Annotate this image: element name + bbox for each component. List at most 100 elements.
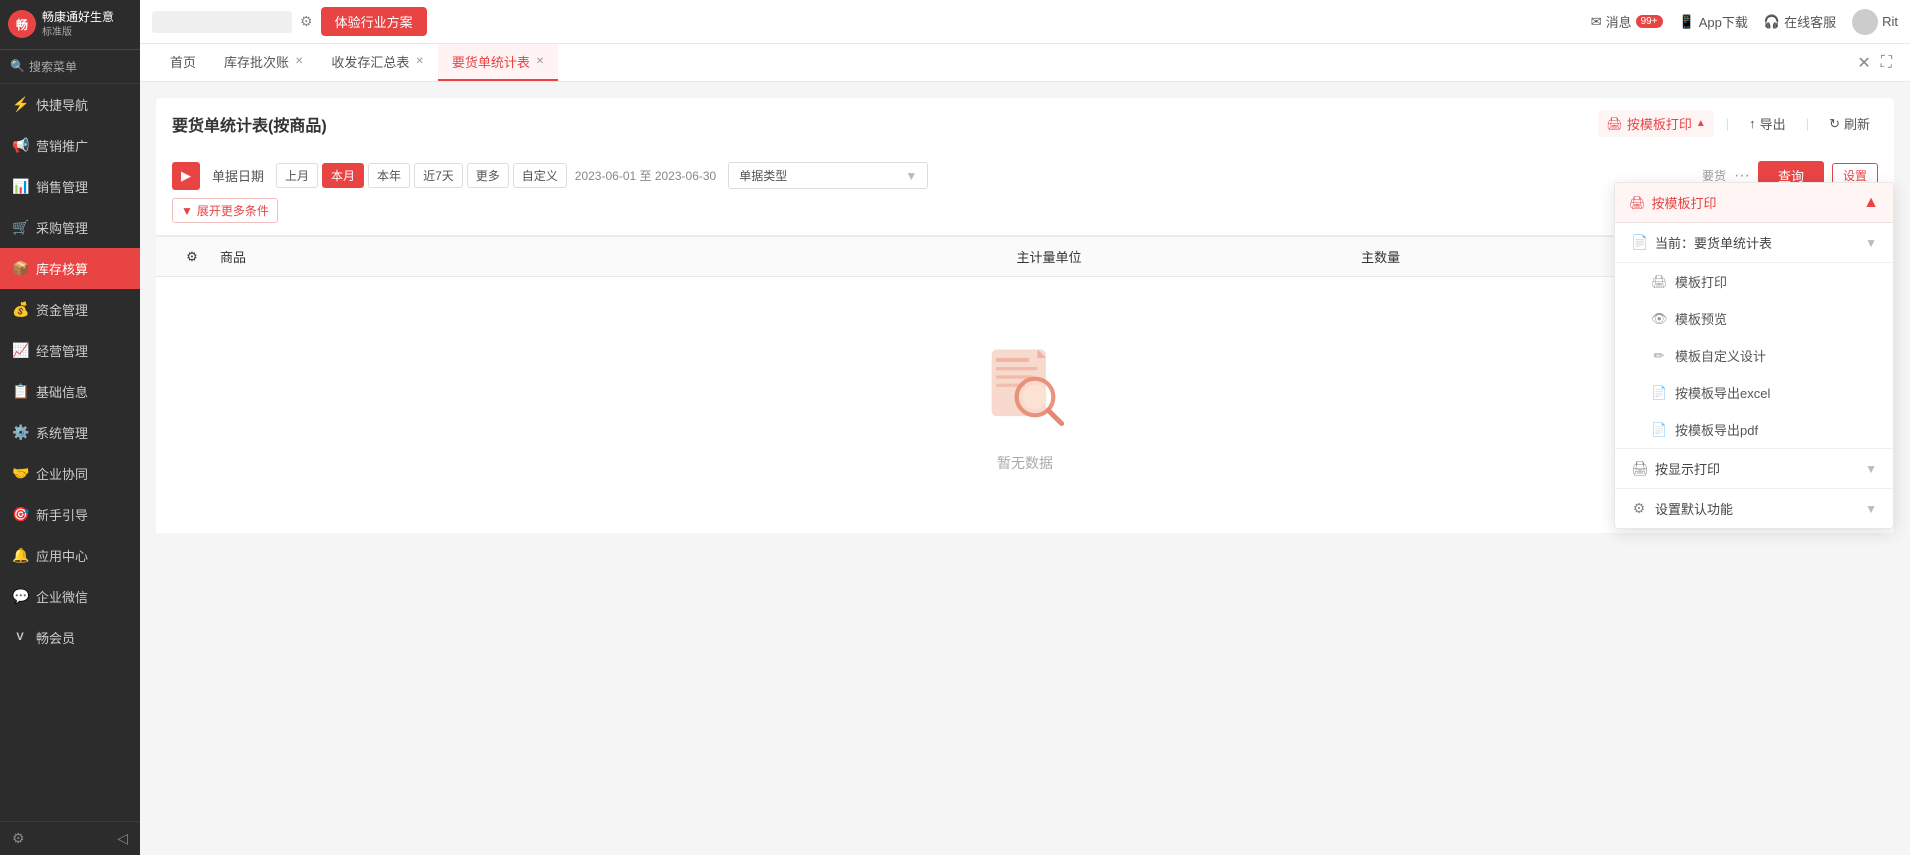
sidebar-item-label: 基础信息 (36, 382, 88, 401)
filter-toggle-button[interactable]: ▶ (172, 162, 200, 190)
dropdown-display-print[interactable]: 🖨 按显示打印 ▼ (1615, 449, 1893, 488)
tab-requisition-stats[interactable]: 要货单统计表 ✕ (438, 44, 558, 81)
sidebar-item-inventory[interactable]: 📦 库存核算 (0, 248, 140, 289)
display-print-icon: 🖨 (1631, 460, 1647, 477)
chevron-up-icon: ▲ (1696, 118, 1706, 129)
dropdown-current-template[interactable]: 📄 当前：要货单统计表 ▼ (1615, 223, 1893, 262)
tab-collection-summary-close[interactable]: ✕ (415, 56, 423, 67)
trial-button[interactable]: 体验行业方案 (321, 7, 427, 36)
sidebar-item-purchase[interactable]: 🛒 采购管理 (0, 207, 140, 248)
sidebar-item-label: 资金管理 (36, 300, 88, 319)
sidebar-settings-icon[interactable]: ⚙ (12, 830, 25, 847)
export-pdf-label: 按模板导出pdf (1675, 420, 1877, 439)
type-select-arrow: ▼ (905, 169, 917, 183)
tab-batch-account-close[interactable]: ✕ (295, 56, 303, 67)
sidebar-item-quick-nav[interactable]: ⚡ 快捷导航 (0, 84, 140, 125)
sidebar-item-member[interactable]: V 畅会员 (0, 617, 140, 658)
phone-icon: 📱 (1679, 14, 1695, 30)
col-header-product: 商品 (212, 247, 883, 266)
refresh-button[interactable]: ↻ 刷新 (1821, 110, 1878, 137)
tab-requisition-stats-close[interactable]: ✕ (536, 56, 544, 67)
date-btn-7days[interactable]: 近7天 (414, 163, 463, 188)
tab-collection-summary[interactable]: 收发存汇总表 ✕ (317, 44, 437, 81)
dropdown-item-export-pdf[interactable]: 📄 按模板导出pdf (1615, 411, 1893, 448)
empty-icon (975, 337, 1075, 437)
app-download-button[interactable]: 📱 App下载 (1679, 12, 1748, 31)
sidebar-item-sales[interactable]: 📊 销售管理 (0, 166, 140, 207)
type-filter-label: 单据类型 (739, 167, 787, 184)
sidebar-item-wechat[interactable]: 💬 企业微信 (0, 576, 140, 617)
chevron-right-icon: ▶ (181, 168, 191, 184)
dropdown-title: 🖨 按模板打印 (1629, 193, 1717, 212)
set-default-arrow: ▼ (1865, 502, 1877, 516)
current-template-label: 当前：要货单统计表 (1655, 233, 1857, 252)
page-title: 要货单统计表(按商品) (172, 112, 327, 136)
date-btn-custom[interactable]: 自定义 (513, 163, 567, 188)
dropdown-item-template-design[interactable]: ✏ 模板自定义设计 (1615, 337, 1893, 374)
tabs-maximize-button[interactable]: ⛶ (1879, 52, 1894, 74)
date-btn-year[interactable]: 本年 (368, 163, 410, 188)
template-print-icon: 🖨 (1651, 274, 1667, 290)
export-button[interactable]: ↑ 导出 (1741, 110, 1794, 137)
sidebar-item-marketing[interactable]: 📢 营销推广 (0, 125, 140, 166)
sidebar-item-guide[interactable]: 🎯 新手引导 (0, 494, 140, 535)
expand-icon: ▼ (181, 204, 193, 218)
col-header-gear[interactable]: ⚙ (172, 249, 212, 265)
online-service-button[interactable]: 🎧 在线客服 (1764, 12, 1836, 31)
dropdown-item-export-excel[interactable]: 📄 按模板导出excel (1615, 374, 1893, 411)
guide-icon: 🎯 (12, 506, 28, 523)
tab-home[interactable]: 首页 (156, 44, 210, 81)
search-menu-label: 搜索菜单 (29, 58, 77, 75)
template-preview-label: 模板预览 (1675, 309, 1877, 328)
topbar: ⚙ 体验行业方案 ✉ 消息 99+ 📱 App下载 🎧 在线客服 Rit (140, 0, 1910, 44)
dropdown-items-section: 🖨 模板打印 👁 模板预览 ✏ 模板自定义设计 📄 按模板导出excel 📄 (1615, 263, 1893, 449)
template-print-dropdown: 🖨 按模板打印 ▲ 📄 当前：要货单统计表 ▼ 🖨 (1614, 182, 1894, 529)
expand-label: 展开更多条件 (197, 202, 269, 219)
page-header: 要货单统计表(按商品) 🖨 按模板打印 ▲ | ↑ 导出 | ↻ 刷新 (156, 98, 1894, 149)
date-buttons: 上月 本月 本年 近7天 更多 自定义 2023-06-01 至 2023-06… (276, 163, 716, 188)
messages-button[interactable]: ✉ 消息 99+ (1591, 12, 1663, 31)
sidebar-item-label: 新手引导 (36, 505, 88, 524)
tab-batch-account[interactable]: 库存批次账 ✕ (210, 44, 317, 81)
wechat-icon: 💬 (12, 588, 28, 605)
dropdown-close-button[interactable]: ▲ (1863, 194, 1879, 212)
sidebar-item-label: 企业协同 (36, 464, 88, 483)
date-btn-current-month[interactable]: 本月 (322, 163, 364, 188)
sidebar-item-operations[interactable]: 📈 经营管理 (0, 330, 140, 371)
display-print-arrow: ▼ (1865, 462, 1877, 476)
sidebar-item-label: 畅会员 (36, 628, 75, 647)
appstore-icon: 🔔 (12, 547, 28, 564)
sidebar-volume-icon[interactable]: ◁ (117, 830, 128, 847)
topbar-search-input[interactable] (152, 11, 292, 33)
sidebar-item-finance[interactable]: 💰 资金管理 (0, 289, 140, 330)
purchase-icon: 🛒 (12, 219, 28, 236)
sidebar-item-label: 系统管理 (36, 423, 88, 442)
search-menu-item[interactable]: 🔍 搜索菜单 (0, 50, 140, 84)
expand-more-conditions-button[interactable]: ▼ 展开更多条件 (172, 198, 278, 223)
user-avatar-area[interactable]: Rit (1852, 9, 1898, 35)
col-header-unit: 主计量单位 (883, 247, 1215, 266)
sidebar-nav: ⚡ 快捷导航 📢 营销推广 📊 销售管理 🛒 采购管理 📦 库存核算 💰 资金管… (0, 84, 140, 821)
tab-home-label: 首页 (170, 52, 196, 71)
export-excel-icon: 📄 (1651, 385, 1667, 401)
type-filter-select[interactable]: 单据类型 ▼ (728, 162, 928, 189)
export-excel-label: 按模板导出excel (1675, 383, 1877, 402)
template-design-icon: ✏ (1651, 348, 1667, 364)
sidebar-item-basic[interactable]: 📋 基础信息 (0, 371, 140, 412)
sidebar-item-system[interactable]: ⚙️ 系统管理 (0, 412, 140, 453)
sales-icon: 📊 (12, 178, 28, 195)
sidebar-item-enterprise[interactable]: 🤝 企业协同 (0, 453, 140, 494)
page-content: 要货单统计表(按商品) 🖨 按模板打印 ▲ | ↑ 导出 | ↻ 刷新 (140, 82, 1910, 855)
dropdown-item-template-preview[interactable]: 👁 模板预览 (1615, 300, 1893, 337)
current-template-icon: 📄 (1631, 234, 1647, 251)
date-btn-more[interactable]: 更多 (467, 163, 509, 188)
sidebar-item-appstore[interactable]: 🔔 应用中心 (0, 535, 140, 576)
topbar-gear-icon[interactable]: ⚙ (300, 13, 313, 30)
template-print-button[interactable]: 🖨 按模板打印 ▲ (1598, 110, 1713, 137)
dropdown-set-default[interactable]: ⚙ 设置默认功能 ▼ (1615, 489, 1893, 528)
dropdown-item-template-print[interactable]: 🖨 模板打印 (1615, 263, 1893, 300)
sidebar-item-label: 企业微信 (36, 587, 88, 606)
date-btn-last-month[interactable]: 上月 (276, 163, 318, 188)
tabs-close-button[interactable]: ✕ (1855, 51, 1872, 75)
set-default-label: 设置默认功能 (1655, 499, 1857, 518)
